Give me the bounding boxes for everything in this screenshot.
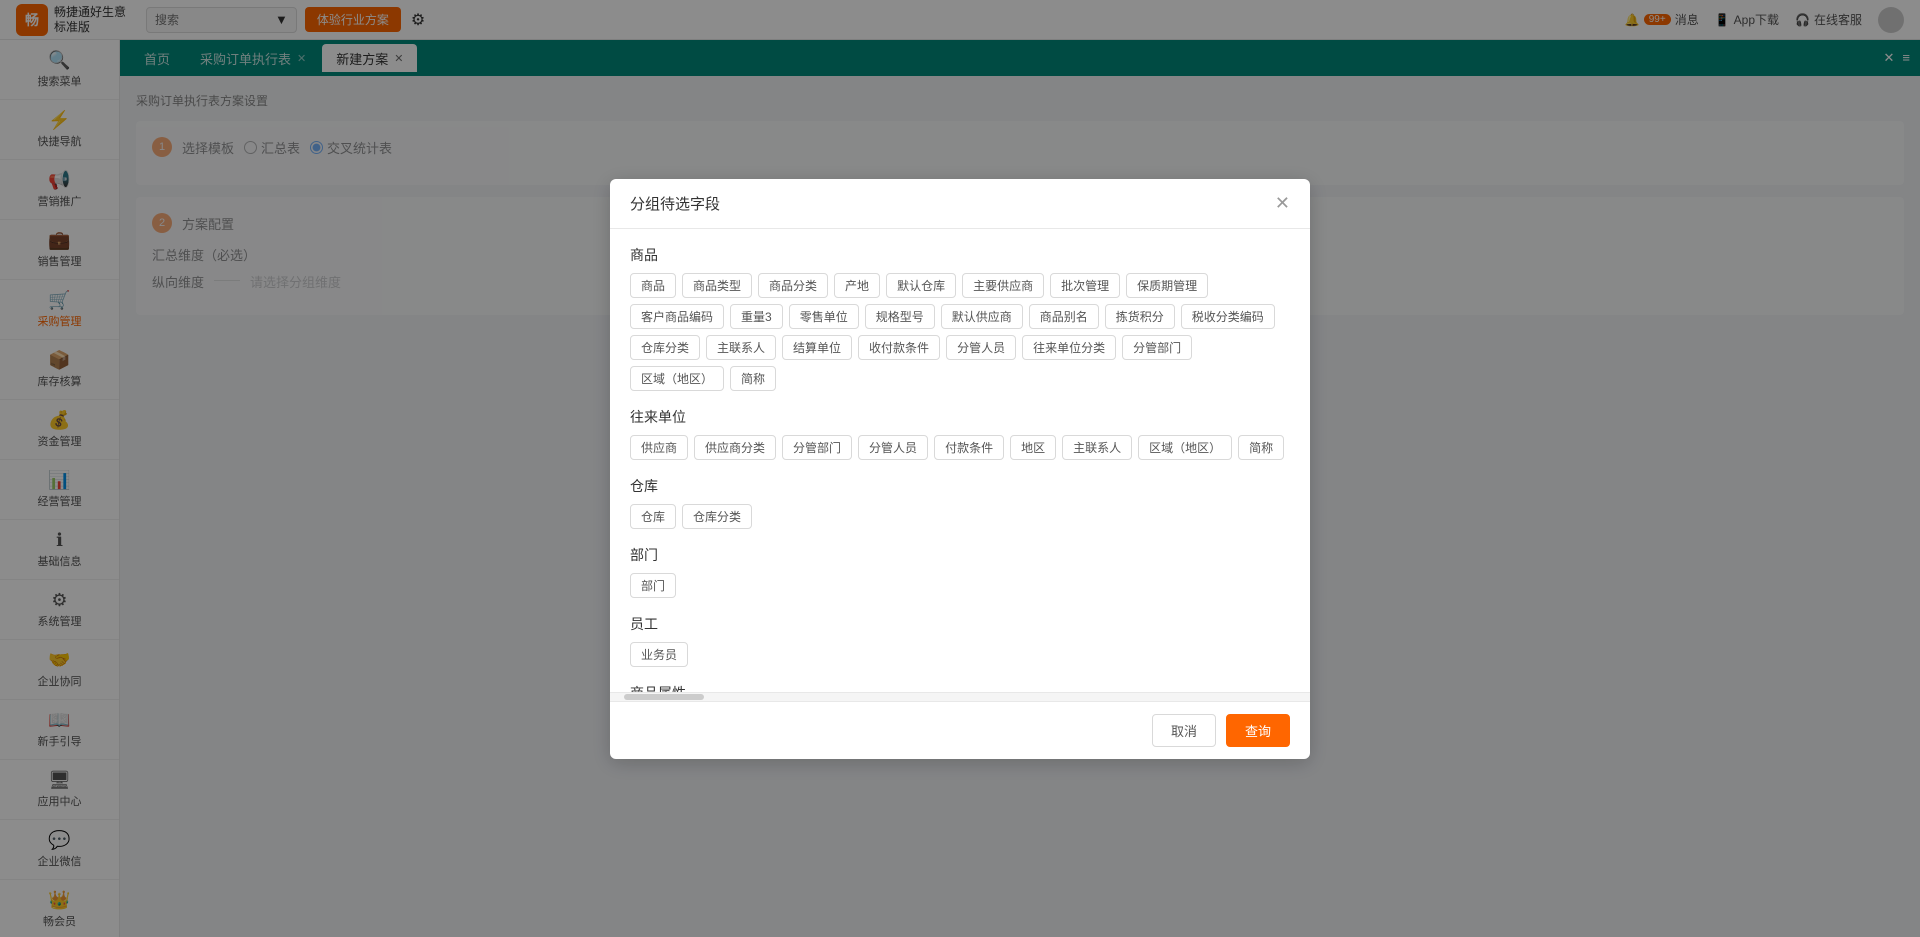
field-tag[interactable]: 供应商 xyxy=(630,435,688,460)
field-tag[interactable]: 简称 xyxy=(1238,435,1284,460)
section-title-employee: 员工 xyxy=(630,614,1290,634)
field-tag[interactable]: 供应商分类 xyxy=(694,435,776,460)
section-title-goods: 商品 xyxy=(630,245,1290,265)
field-section-warehouse: 仓库仓库仓库分类 xyxy=(630,476,1290,529)
section-title-warehouse: 仓库 xyxy=(630,476,1290,496)
field-tag[interactable]: 零售单位 xyxy=(789,304,859,329)
field-tag[interactable]: 默认供应商 xyxy=(941,304,1023,329)
field-tag[interactable]: 批次管理 xyxy=(1050,273,1120,298)
field-tag[interactable]: 商品分类 xyxy=(758,273,828,298)
modal-header: 分组待选字段 ✕ xyxy=(610,179,1310,229)
modal-body[interactable]: 商品商品商品类型商品分类产地默认仓库主要供应商批次管理保质期管理客户商品编码重量… xyxy=(610,229,1310,692)
modal-overlay: 分组待选字段 ✕ 商品商品商品类型商品分类产地默认仓库主要供应商批次管理保质期管… xyxy=(0,0,1920,937)
field-tag[interactable]: 默认仓库 xyxy=(886,273,956,298)
field-tag[interactable]: 税收分类编码 xyxy=(1181,304,1275,329)
field-tag[interactable]: 客户商品编码 xyxy=(630,304,724,329)
confirm-button[interactable]: 查询 xyxy=(1226,714,1290,747)
section-title-department: 部门 xyxy=(630,545,1290,565)
field-tag[interactable]: 往来单位分类 xyxy=(1022,335,1116,360)
section-title-partner: 往来单位 xyxy=(630,407,1290,427)
field-tag[interactable]: 分管人员 xyxy=(946,335,1016,360)
field-tag[interactable]: 区域（地区） xyxy=(1138,435,1232,460)
section-title-goods_attr: 商品属性 xyxy=(630,683,1290,692)
field-tag[interactable]: 分管人员 xyxy=(858,435,928,460)
field-tag[interactable]: 产地 xyxy=(834,273,880,298)
field-tag[interactable]: 商品类型 xyxy=(682,273,752,298)
field-tags-employee: 业务员 xyxy=(630,642,1290,667)
field-tag[interactable]: 商品别名 xyxy=(1029,304,1099,329)
field-tag[interactable]: 主联系人 xyxy=(1062,435,1132,460)
field-tag[interactable]: 区域（地区） xyxy=(630,366,724,391)
field-section-department: 部门部门 xyxy=(630,545,1290,598)
field-section-goods: 商品商品商品类型商品分类产地默认仓库主要供应商批次管理保质期管理客户商品编码重量… xyxy=(630,245,1290,391)
field-tag[interactable]: 仓库分类 xyxy=(630,335,700,360)
field-tag[interactable]: 付款条件 xyxy=(934,435,1004,460)
modal-close-btn[interactable]: ✕ xyxy=(1275,193,1290,214)
field-tag[interactable]: 部门 xyxy=(630,573,676,598)
field-section-employee: 员工业务员 xyxy=(630,614,1290,667)
field-tag[interactable]: 简称 xyxy=(730,366,776,391)
field-tag[interactable]: 业务员 xyxy=(630,642,688,667)
modal-footer: 取消 查询 xyxy=(610,701,1310,759)
cancel-button[interactable]: 取消 xyxy=(1152,714,1216,747)
field-tag[interactable]: 规格型号 xyxy=(865,304,935,329)
field-tag[interactable]: 主联系人 xyxy=(706,335,776,360)
field-tag[interactable]: 拣货积分 xyxy=(1105,304,1175,329)
field-tags-department: 部门 xyxy=(630,573,1290,598)
modal-hscrollbar[interactable] xyxy=(610,692,1310,701)
field-section-partner: 往来单位供应商供应商分类分管部门分管人员付款条件地区主联系人区域（地区）简称 xyxy=(630,407,1290,460)
field-tag[interactable]: 仓库分类 xyxy=(682,504,752,529)
field-tag[interactable]: 仓库 xyxy=(630,504,676,529)
field-tag[interactable]: 主要供应商 xyxy=(962,273,1044,298)
field-tag[interactable]: 地区 xyxy=(1010,435,1056,460)
field-tags-partner: 供应商供应商分类分管部门分管人员付款条件地区主联系人区域（地区）简称 xyxy=(630,435,1290,460)
modal-title: 分组待选字段 xyxy=(630,193,720,214)
field-tag[interactable]: 分管部门 xyxy=(782,435,852,460)
field-tags-warehouse: 仓库仓库分类 xyxy=(630,504,1290,529)
field-tag[interactable]: 保质期管理 xyxy=(1126,273,1208,298)
field-tags-goods: 商品商品类型商品分类产地默认仓库主要供应商批次管理保质期管理客户商品编码重量3零… xyxy=(630,273,1290,391)
modal-dialog: 分组待选字段 ✕ 商品商品商品类型商品分类产地默认仓库主要供应商批次管理保质期管… xyxy=(610,179,1310,759)
field-section-goods_attr: 商品属性属性颜色多规格尺码鞋码1 xyxy=(630,683,1290,692)
field-tag[interactable]: 分管部门 xyxy=(1122,335,1192,360)
field-tag[interactable]: 商品 xyxy=(630,273,676,298)
field-tag[interactable]: 结算单位 xyxy=(782,335,852,360)
field-tag[interactable]: 重量3 xyxy=(730,304,783,329)
field-tag[interactable]: 收付款条件 xyxy=(858,335,940,360)
